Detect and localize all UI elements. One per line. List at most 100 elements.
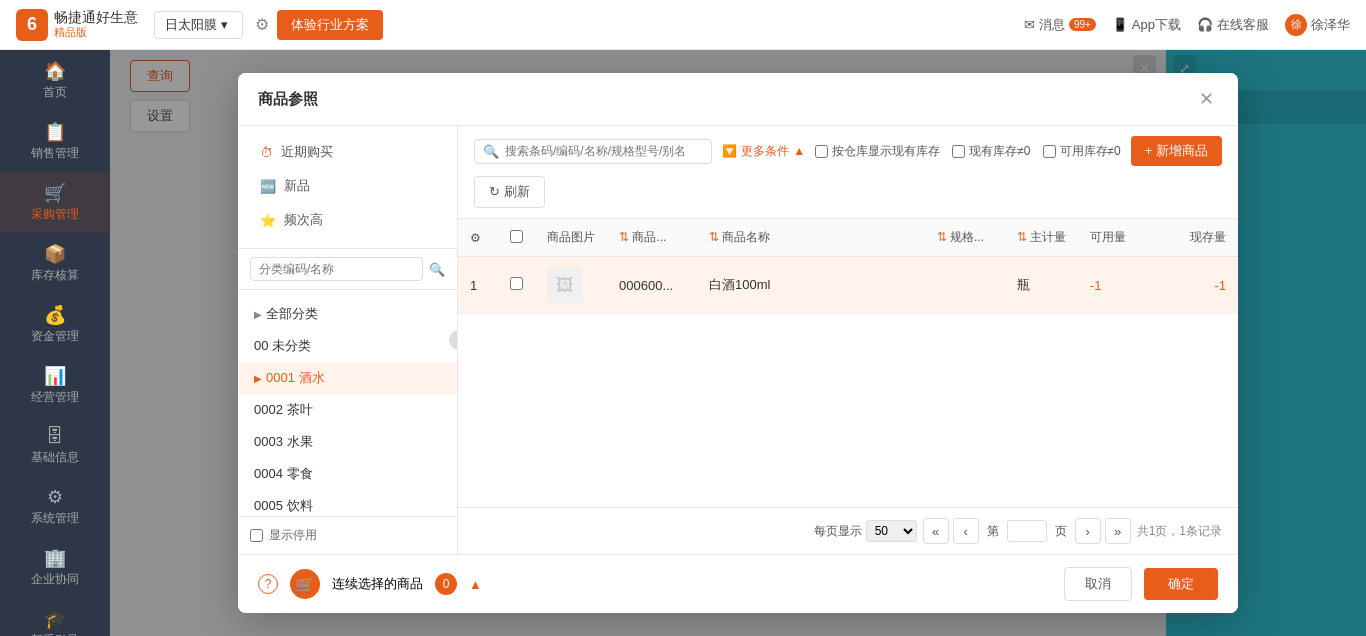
sidebar-item-enterprise[interactable]: 🏢 企业协同 [0,537,110,598]
modal-footer: ? 🛒 连续选择的商品 0 ▲ 取消 确定 [238,554,1238,613]
show-disabled-label[interactable]: 显示停用 [269,527,317,544]
sidebar-item-label: 采购管理 [31,206,79,223]
sidebar-item-guide[interactable]: 🎓 新手引导 [0,598,110,636]
sidebar-item-label: 基础信息 [31,449,79,466]
category-item-0004[interactable]: 0004 零食 [238,458,457,490]
prev-page-button[interactable]: ‹ [953,518,979,544]
sidebar-item-sales[interactable]: 📋 销售管理 [0,111,110,172]
selected-count-badge: 0 [435,573,457,595]
col-label: 可用量 [1090,230,1126,244]
tab-frequent[interactable]: ⭐ 频次高 [250,204,445,236]
category-label: 0005 饮料 [254,497,313,515]
refresh-button[interactable]: ↻ 刷新 [474,176,545,208]
existing-stock-filter-label[interactable]: 现有库存≠0 [952,143,1030,160]
sidebar-item-label: 经营管理 [31,389,79,406]
online-service-nav-item[interactable]: 🎧 在线客服 [1197,16,1269,34]
modal-close-button[interactable]: ✕ [1194,87,1218,111]
user-profile-nav-item[interactable]: 徐 徐泽华 [1285,14,1350,36]
sidebar-item-label: 企业协同 [31,571,79,588]
experience-btn[interactable]: 体验行业方案 [277,10,383,40]
page-navigation: « ‹ 第 1 页 › » [923,518,1131,544]
row-spec-cell [925,257,1005,314]
category-item-all[interactable]: ▶ 全部分类 [238,298,457,330]
category-label: 0002 茶叶 [254,401,313,419]
first-page-button[interactable]: « [923,518,949,544]
settings-gear-icon[interactable]: ⚙ [470,231,481,245]
category-item-0005[interactable]: 0005 饮料 [238,490,457,516]
col-header-avail[interactable]: 可用量 [1078,219,1158,257]
sidebar-item-system[interactable]: ⚙ 系统管理 [0,476,110,537]
available-stock-filter-label[interactable]: 可用库存≠0 [1043,143,1121,160]
row-name-cell: 白酒100ml [697,257,925,314]
sidebar-item-finance[interactable]: 💰 资金管理 [0,294,110,355]
row-avail-cell: -1 [1078,257,1158,314]
table-row[interactable]: 1 🖼 000600... 白酒100ml [458,257,1238,314]
category-item-0001[interactable]: ▶ 0001 酒水 [238,362,457,394]
business-icon: 📊 [44,365,66,387]
logo-text: 畅捷通好生意 [54,9,138,26]
product-table-container: ⚙ 商品图片 ⇅ [458,219,1238,507]
show-disabled-checkbox[interactable] [250,529,263,542]
row-checkbox-cell[interactable] [498,257,535,314]
sidebar-item-home[interactable]: 🏠 首页 [0,50,110,111]
warehouse-filter-label[interactable]: 按仓库显示现有库存 [815,143,940,160]
confirm-button[interactable]: 确定 [1144,568,1218,600]
star-icon: ⭐ [260,213,276,228]
tab-new[interactable]: 🆕 新品 [250,170,445,202]
row-code-cell: 000600... [607,257,697,314]
col-header-settings[interactable]: ⚙ [458,219,498,257]
cancel-button[interactable]: 取消 [1064,567,1132,601]
col-header-checkbox[interactable] [498,219,535,257]
category-item-0003[interactable]: 0003 水果 [238,426,457,458]
page-size-label: 每页显示 [814,523,862,540]
tab-recent[interactable]: ⏱ 近期购买 [250,136,445,168]
sidebar-item-basic[interactable]: 🗄 基础信息 [0,416,110,476]
next-page-button[interactable]: › [1075,518,1101,544]
more-filters-btn[interactable]: 🔽 更多条件 ▲ [722,143,805,160]
sidebar-item-label: 系统管理 [31,510,79,527]
show-disabled-area: 显示停用 [238,516,457,554]
sidebar-item-label: 首页 [43,84,67,101]
category-search-input[interactable] [250,257,423,281]
company-selector[interactable]: 日太阳膜 ▾ [154,11,243,39]
category-item-0002[interactable]: 0002 茶叶 [238,394,457,426]
add-product-button[interactable]: + 新增商品 [1131,136,1222,166]
settings-icon[interactable]: ⚙ [255,15,269,34]
search-icon[interactable]: 🔍 [429,262,445,277]
footer-collapse-icon[interactable]: ▲ [469,577,482,592]
finance-icon: 💰 [44,304,66,326]
col-header-spec[interactable]: ⇅ 规格... [925,219,1005,257]
warehouse-filter-text: 按仓库显示现有库存 [832,143,940,160]
existing-stock-checkbox[interactable] [952,145,965,158]
sort-icon: ⇅ [619,230,629,244]
col-header-name[interactable]: ⇅ 商品名称 [697,219,925,257]
mobile-icon: 📱 [1112,17,1128,32]
sort-icon: ⇅ [937,230,947,244]
messages-nav-item[interactable]: ✉ 消息 99+ [1024,16,1096,34]
warehouse-filter-checkbox[interactable] [815,145,828,158]
messages-badge: 99+ [1069,18,1096,31]
category-label: 0003 水果 [254,433,313,451]
product-search-input[interactable] [505,144,685,158]
logo-sub: 精品版 [54,25,138,40]
col-header-image: 商品图片 [535,219,607,257]
sidebar-item-purchase[interactable]: 🛒 采购管理 [0,172,110,233]
product-thumbnail: 🖼 [547,267,583,303]
chevron-up-icon: ▲ [793,144,805,158]
row-checkbox[interactable] [510,277,523,290]
col-header-code[interactable]: ⇅ 商品... [607,219,697,257]
page-number-input[interactable]: 1 [1007,520,1047,542]
tab-new-label: 新品 [284,177,310,195]
last-page-button[interactable]: » [1105,518,1131,544]
available-stock-checkbox[interactable] [1043,145,1056,158]
sidebar-item-inventory[interactable]: 📦 库存核算 [0,233,110,294]
page-size-select[interactable]: 50 100 200 [866,520,917,542]
category-item-00[interactable]: 00 未分类 [238,330,457,362]
page-suffix: 页 [1055,523,1067,540]
app-download-nav-item[interactable]: 📱 App下载 [1112,16,1181,34]
clock-icon: ⏱ [260,145,273,160]
col-header-unit[interactable]: ⇅ 主计量 [1005,219,1078,257]
sidebar-item-business[interactable]: 📊 经营管理 [0,355,110,416]
select-all-checkbox[interactable] [510,230,523,243]
help-icon[interactable]: ? [258,574,278,594]
